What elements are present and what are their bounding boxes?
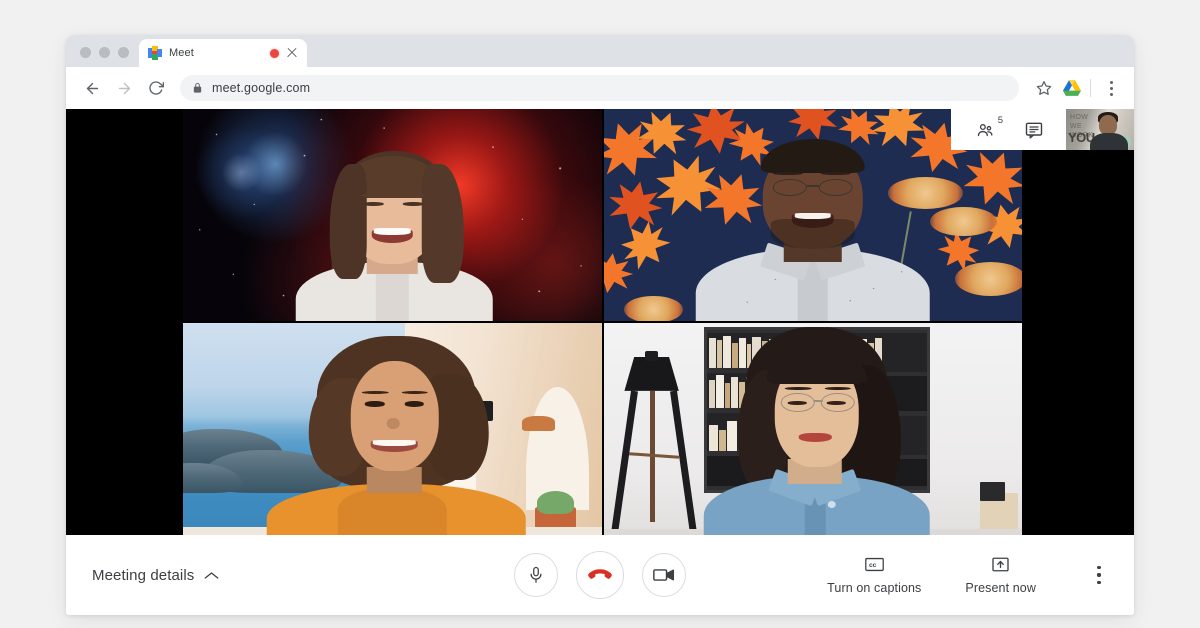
window-maximize-dot[interactable]: [118, 47, 129, 58]
window-close-dot[interactable]: [80, 47, 91, 58]
closed-captions-icon: cc: [864, 556, 884, 574]
tab-strip: Meet: [66, 35, 1134, 67]
meeting-details-label: Meeting details: [92, 566, 195, 584]
hangup-button[interactable]: [576, 551, 624, 599]
video-tile-nebula[interactable]: [183, 109, 602, 321]
participant-laughing-woman: [183, 109, 602, 321]
browser-tab-meet[interactable]: Meet: [139, 39, 307, 67]
participants-icon[interactable]: 5: [975, 115, 1003, 139]
chevron-up-icon: [204, 571, 219, 580]
present-screen-icon: [992, 556, 1009, 574]
present-now-label: Present now: [965, 580, 1036, 595]
address-bar[interactable]: meet.google.com: [180, 75, 1019, 101]
self-view-person-head: [1099, 115, 1117, 135]
participant-woman-denim-shirt: [604, 323, 1023, 535]
reload-icon[interactable]: [142, 74, 170, 102]
url-text: meet.google.com: [212, 81, 311, 95]
browser-toolbar: meet.google.com: [66, 67, 1134, 109]
window-controls[interactable]: [74, 47, 139, 67]
svg-text:cc: cc: [869, 562, 877, 569]
captions-button[interactable]: cc Turn on captions: [827, 556, 921, 595]
call-controls: [514, 551, 686, 599]
self-view-person-body: [1090, 133, 1128, 150]
present-now-button[interactable]: Present now: [965, 556, 1036, 595]
back-arrow-icon[interactable]: [78, 74, 106, 102]
self-view-thumbnail[interactable]: HOW WE WORK YOU: [1066, 109, 1134, 150]
google-drive-icon[interactable]: [1063, 80, 1081, 96]
microphone-icon: [527, 566, 545, 584]
camera-button[interactable]: [642, 553, 686, 597]
meet-top-right-controls: 5 HOW WE WORK YOU: [951, 109, 1134, 150]
recording-dot-icon: [270, 48, 279, 58]
chrome-menu-icon[interactable]: [1100, 75, 1122, 101]
toolbar-right-actions: [1031, 75, 1122, 101]
window-minimize-dot[interactable]: [99, 47, 110, 58]
captions-label: Turn on captions: [827, 580, 922, 595]
chat-icon[interactable]: [1024, 120, 1044, 140]
microphone-button[interactable]: [514, 553, 558, 597]
toolbar-divider: [1090, 79, 1091, 97]
forward-arrow-icon[interactable]: [110, 74, 138, 102]
browser-window: Meet meet.google.com 5 HOW WE WORK YOU M…: [66, 35, 1134, 615]
meet-app-area: 5 HOW WE WORK YOU: [66, 109, 1134, 535]
video-camera-icon: [653, 567, 675, 583]
participant-woman-orange-hoodie: [183, 323, 602, 535]
top-actions-panel: 5: [951, 109, 1066, 150]
video-tile-santorini[interactable]: [183, 323, 602, 535]
bottom-right-actions: cc Turn on captions Present now: [827, 556, 1112, 595]
video-tile-office[interactable]: [603, 323, 1023, 535]
lock-icon: [192, 82, 203, 94]
meet-bottom-bar: Meeting details cc Turn on captions Pres…: [66, 535, 1134, 615]
close-icon[interactable]: [286, 47, 298, 59]
video-grid: [183, 109, 1022, 535]
bookmark-star-icon[interactable]: [1031, 75, 1057, 101]
participants-count-badge: 5: [997, 114, 1003, 126]
phone-hangup-icon: [588, 567, 612, 583]
google-meet-favicon: [148, 46, 162, 60]
more-options-icon[interactable]: [1086, 558, 1112, 592]
tab-title: Meet: [169, 47, 194, 59]
meeting-details-button[interactable]: Meeting details: [88, 561, 223, 590]
